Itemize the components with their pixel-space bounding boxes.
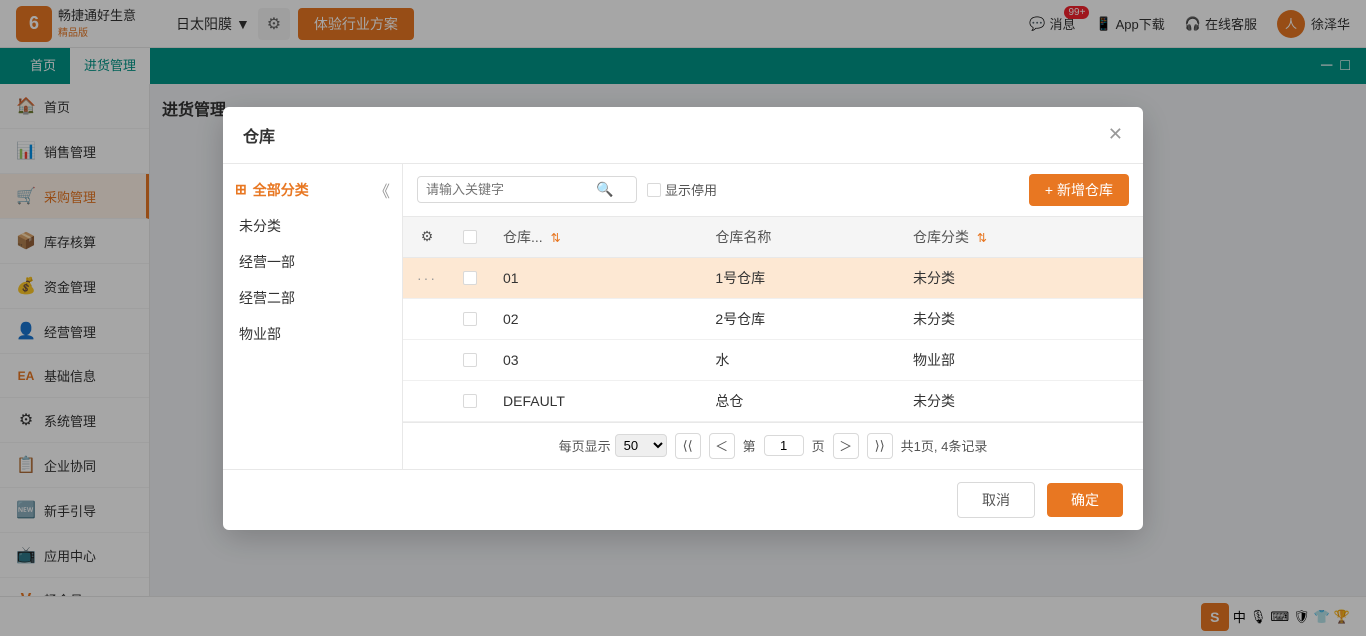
- settings-col-icon: ⚙: [421, 228, 434, 244]
- td-settings-2: [403, 298, 451, 339]
- table-row[interactable]: 02 2号仓库 未分类: [403, 298, 1143, 339]
- table-body: ··· 01 1号仓库 未分类 02 2号仓库: [403, 257, 1143, 421]
- td-check-2: [451, 298, 491, 339]
- td-settings-3: [403, 339, 451, 380]
- dialog-title: 仓库: [243, 123, 275, 147]
- td-check-3: [451, 339, 491, 380]
- row-checkbox-1[interactable]: [463, 271, 477, 285]
- category-all-button[interactable]: ⊞ 全部分类: [235, 180, 309, 200]
- row-action-1[interactable]: ···: [417, 270, 437, 286]
- td-name-4: 总仓: [703, 380, 901, 421]
- grid-icon: ⊞: [235, 181, 247, 198]
- row-checkbox-3[interactable]: [463, 353, 477, 367]
- row-checkbox-4[interactable]: [463, 394, 477, 408]
- sort-icon-code[interactable]: ⇅: [551, 231, 561, 245]
- td-category-4: 未分类: [901, 380, 1143, 421]
- collapse-icon[interactable]: 《: [374, 178, 390, 202]
- th-checkbox: [451, 217, 491, 258]
- category-header: ⊞ 全部分类 《: [223, 172, 402, 208]
- td-check-4: [451, 380, 491, 421]
- dialog-close-button[interactable]: ✕: [1108, 124, 1123, 145]
- td-code-3: 03: [491, 339, 703, 380]
- dialog-body: ⊞ 全部分类 《 未分类 经营一部 经营二部 物业部 🔍: [223, 164, 1143, 469]
- category-item-dept1[interactable]: 经营一部: [223, 244, 402, 280]
- td-code-2: 02: [491, 298, 703, 339]
- page-size-select[interactable]: 50 20 100: [615, 434, 667, 457]
- last-page-button[interactable]: ⟩⟩: [867, 433, 893, 459]
- page-input[interactable]: [764, 435, 804, 456]
- header-checkbox[interactable]: [463, 230, 477, 244]
- td-check-1: [451, 257, 491, 298]
- category-panel: ⊞ 全部分类 《 未分类 经营一部 经营二部 物业部: [223, 164, 403, 469]
- td-name-3: 水: [703, 339, 901, 380]
- warehouse-table-wrap: ⚙ 仓库... ⇅ 仓库名称: [403, 217, 1143, 422]
- td-settings-4: [403, 380, 451, 421]
- per-page-selector: 每页显示 50 20 100: [559, 434, 667, 457]
- category-item-dept2[interactable]: 经营二部: [223, 280, 402, 316]
- td-category-3: 物业部: [901, 339, 1143, 380]
- td-code-4: DEFAULT: [491, 380, 703, 421]
- show-disabled-checkbox[interactable]: [647, 183, 661, 197]
- page-unit: 页: [812, 436, 825, 455]
- cancel-button[interactable]: 取消: [957, 482, 1035, 518]
- prev-page-button[interactable]: ＜: [709, 433, 735, 459]
- th-name-label: 仓库名称: [715, 229, 771, 245]
- warehouse-table: ⚙ 仓库... ⇅ 仓库名称: [403, 217, 1143, 422]
- confirm-button[interactable]: 确定: [1047, 483, 1123, 517]
- td-name-2: 2号仓库: [703, 298, 901, 339]
- td-name-1: 1号仓库: [703, 257, 901, 298]
- modal-overlay: 仓库 ✕ ⊞ 全部分类 《 未分类 经营一部 经营二部 物业部: [0, 0, 1366, 636]
- th-category: 仓库分类 ⇅: [901, 217, 1143, 258]
- th-name: 仓库名称: [703, 217, 901, 258]
- dialog-footer: 取消 确定: [223, 469, 1143, 530]
- row-checkbox-2[interactable]: [463, 312, 477, 326]
- search-icon[interactable]: 🔍: [596, 181, 613, 198]
- pagination-row: 每页显示 50 20 100 ⟨⟨ ＜ 第 页 ＞ ⟩⟩ 共1页, 4条记录: [403, 422, 1143, 469]
- right-panel: 🔍 显示停用 + 新增仓库 ⚙: [403, 164, 1143, 469]
- show-disabled-label[interactable]: 显示停用: [647, 180, 717, 199]
- search-box: 🔍: [417, 176, 637, 203]
- td-code-1: 01: [491, 257, 703, 298]
- category-item-property[interactable]: 物业部: [223, 316, 402, 352]
- category-item-unclassified[interactable]: 未分类: [223, 208, 402, 244]
- th-code-label: 仓库...: [503, 229, 543, 245]
- td-category-2: 未分类: [901, 298, 1143, 339]
- show-disabled-text: 显示停用: [665, 180, 717, 199]
- warehouse-dialog: 仓库 ✕ ⊞ 全部分类 《 未分类 经营一部 经营二部 物业部: [223, 107, 1143, 530]
- first-page-button[interactable]: ⟨⟨: [675, 433, 701, 459]
- table-row[interactable]: ··· 01 1号仓库 未分类: [403, 257, 1143, 298]
- next-page-button[interactable]: ＞: [833, 433, 859, 459]
- th-code: 仓库... ⇅: [491, 217, 703, 258]
- toolbar-row: 🔍 显示停用 + 新增仓库: [403, 164, 1143, 217]
- per-page-label: 每页显示: [559, 436, 611, 455]
- th-settings: ⚙: [403, 217, 451, 258]
- dialog-header: 仓库 ✕: [223, 107, 1143, 164]
- sort-icon-category[interactable]: ⇅: [977, 231, 987, 245]
- total-records: 共1页, 4条记录: [901, 436, 988, 455]
- td-settings-1: ···: [403, 257, 451, 298]
- category-all-label: 全部分类: [253, 180, 309, 200]
- table-row[interactable]: DEFAULT 总仓 未分类: [403, 380, 1143, 421]
- td-category-1: 未分类: [901, 257, 1143, 298]
- table-row[interactable]: 03 水 物业部: [403, 339, 1143, 380]
- th-category-label: 仓库分类: [913, 229, 969, 245]
- table-header-row: ⚙ 仓库... ⇅ 仓库名称: [403, 217, 1143, 258]
- add-warehouse-button[interactable]: + 新增仓库: [1029, 174, 1129, 206]
- search-input[interactable]: [426, 182, 596, 197]
- page-label: 第: [743, 436, 756, 455]
